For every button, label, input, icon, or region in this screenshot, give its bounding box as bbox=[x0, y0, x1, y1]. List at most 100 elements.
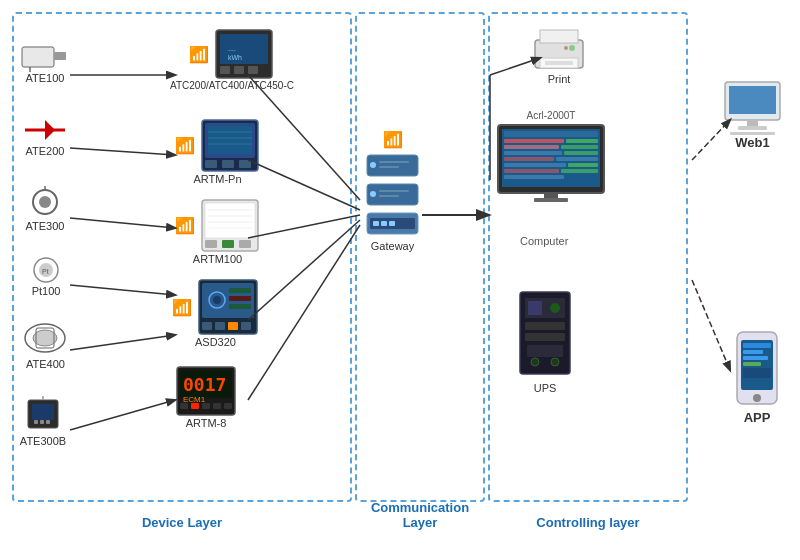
device-layer-label: Device Layer bbox=[12, 515, 352, 530]
svg-rect-106 bbox=[525, 322, 565, 330]
svg-rect-77 bbox=[389, 221, 395, 226]
device-ate100: ATE100 bbox=[20, 42, 70, 84]
svg-point-82 bbox=[569, 45, 575, 51]
gateway-device: 📶 Gateway bbox=[365, 130, 420, 252]
svg-rect-50 bbox=[229, 296, 251, 301]
svg-rect-62 bbox=[202, 403, 210, 409]
svg-rect-35 bbox=[239, 160, 251, 168]
svg-rect-108 bbox=[527, 345, 563, 357]
svg-point-70 bbox=[370, 191, 376, 197]
svg-rect-75 bbox=[373, 221, 379, 226]
svg-rect-37 bbox=[205, 203, 255, 238]
svg-rect-22 bbox=[220, 66, 230, 74]
software-monitor: Acrl-2000T bbox=[496, 110, 606, 203]
svg-point-6 bbox=[39, 196, 51, 208]
svg-rect-96 bbox=[568, 163, 598, 167]
svg-rect-61 bbox=[191, 403, 199, 409]
meter-artm100: 📶 ARTM100 bbox=[175, 198, 260, 265]
svg-rect-63 bbox=[213, 403, 221, 409]
meter-artm-pn: 📶 ARTM-Pn bbox=[175, 118, 260, 185]
svg-text:0017: 0017 bbox=[183, 374, 226, 395]
app-item: APP bbox=[732, 330, 782, 425]
comm-layer-box bbox=[355, 12, 485, 502]
svg-rect-18 bbox=[46, 420, 50, 424]
svg-rect-67 bbox=[379, 161, 409, 163]
svg-rect-33 bbox=[205, 160, 217, 168]
svg-rect-64 bbox=[224, 403, 232, 409]
svg-point-48 bbox=[213, 296, 221, 304]
svg-rect-97 bbox=[504, 169, 559, 173]
svg-rect-91 bbox=[504, 151, 562, 155]
device-ate300: ATE300 bbox=[20, 185, 70, 232]
control-layer-box bbox=[488, 12, 688, 502]
svg-rect-119 bbox=[743, 350, 763, 354]
svg-rect-86 bbox=[504, 131, 598, 137]
svg-rect-118 bbox=[743, 343, 771, 348]
svg-rect-93 bbox=[504, 157, 554, 161]
svg-rect-23 bbox=[234, 66, 244, 74]
svg-rect-51 bbox=[229, 304, 251, 309]
svg-rect-92 bbox=[564, 151, 598, 155]
svg-point-83 bbox=[564, 46, 568, 50]
comm-layer-label: Communication Layer bbox=[355, 500, 485, 530]
svg-rect-15 bbox=[32, 404, 54, 420]
svg-rect-52 bbox=[202, 322, 212, 330]
svg-rect-94 bbox=[556, 157, 598, 161]
svg-rect-1 bbox=[54, 52, 66, 60]
meter-atc200: 📶 --- kWh ATC200/ATC400/ATC450-C bbox=[170, 28, 294, 91]
web1-item: Web1 bbox=[720, 80, 785, 150]
main-diagram: Device Layer Communication Layer Control… bbox=[0, 0, 800, 560]
svg-rect-72 bbox=[379, 195, 399, 197]
ups-device: UPS bbox=[515, 290, 575, 394]
svg-point-105 bbox=[550, 303, 560, 313]
svg-rect-71 bbox=[379, 190, 409, 192]
svg-rect-114 bbox=[738, 126, 767, 130]
svg-text:Pt: Pt bbox=[42, 268, 49, 275]
svg-rect-120 bbox=[743, 356, 768, 360]
svg-rect-54 bbox=[228, 322, 238, 330]
svg-rect-44 bbox=[239, 240, 251, 248]
svg-rect-0 bbox=[22, 47, 54, 67]
svg-point-109 bbox=[531, 358, 539, 366]
printer-device: Print bbox=[530, 28, 588, 85]
svg-rect-68 bbox=[379, 166, 399, 168]
svg-rect-76 bbox=[381, 221, 387, 226]
device-pt100: Pt Pt100 bbox=[22, 255, 70, 297]
svg-rect-43 bbox=[222, 240, 234, 248]
device-ate400: ATE400 bbox=[18, 318, 73, 370]
svg-rect-122 bbox=[743, 368, 771, 378]
svg-text:ECM1: ECM1 bbox=[183, 395, 206, 404]
svg-point-110 bbox=[551, 358, 559, 366]
svg-rect-88 bbox=[566, 139, 598, 143]
svg-rect-107 bbox=[525, 333, 565, 341]
device-ate300b: ATE300B bbox=[18, 395, 68, 447]
svg-rect-79 bbox=[540, 30, 578, 43]
meter-artm8: 0017 ECM1 ARTM-8 bbox=[175, 365, 237, 429]
svg-point-123 bbox=[753, 394, 761, 402]
svg-rect-95 bbox=[504, 163, 566, 167]
svg-rect-121 bbox=[743, 362, 761, 366]
svg-rect-113 bbox=[747, 120, 758, 126]
svg-rect-55 bbox=[241, 322, 251, 330]
svg-rect-112 bbox=[729, 86, 776, 114]
svg-line-139 bbox=[692, 280, 730, 370]
svg-rect-16 bbox=[34, 420, 38, 424]
svg-rect-99 bbox=[504, 175, 564, 179]
svg-rect-104 bbox=[528, 301, 542, 315]
svg-point-66 bbox=[370, 162, 376, 168]
svg-rect-29 bbox=[208, 126, 252, 154]
svg-rect-101 bbox=[534, 198, 568, 202]
device-ate200: ATE200 bbox=[20, 115, 70, 157]
svg-rect-87 bbox=[504, 139, 564, 143]
svg-marker-4 bbox=[45, 120, 55, 140]
computer-label: Computer bbox=[520, 235, 568, 247]
svg-rect-90 bbox=[561, 145, 598, 149]
svg-rect-49 bbox=[229, 288, 251, 293]
svg-point-12 bbox=[33, 330, 57, 346]
svg-rect-81 bbox=[545, 61, 573, 65]
svg-rect-98 bbox=[561, 169, 598, 173]
svg-text:kWh: kWh bbox=[228, 54, 242, 61]
svg-rect-60 bbox=[180, 403, 188, 409]
meter-asd320: 📶 ASD320 bbox=[172, 278, 259, 348]
svg-rect-89 bbox=[504, 145, 559, 149]
